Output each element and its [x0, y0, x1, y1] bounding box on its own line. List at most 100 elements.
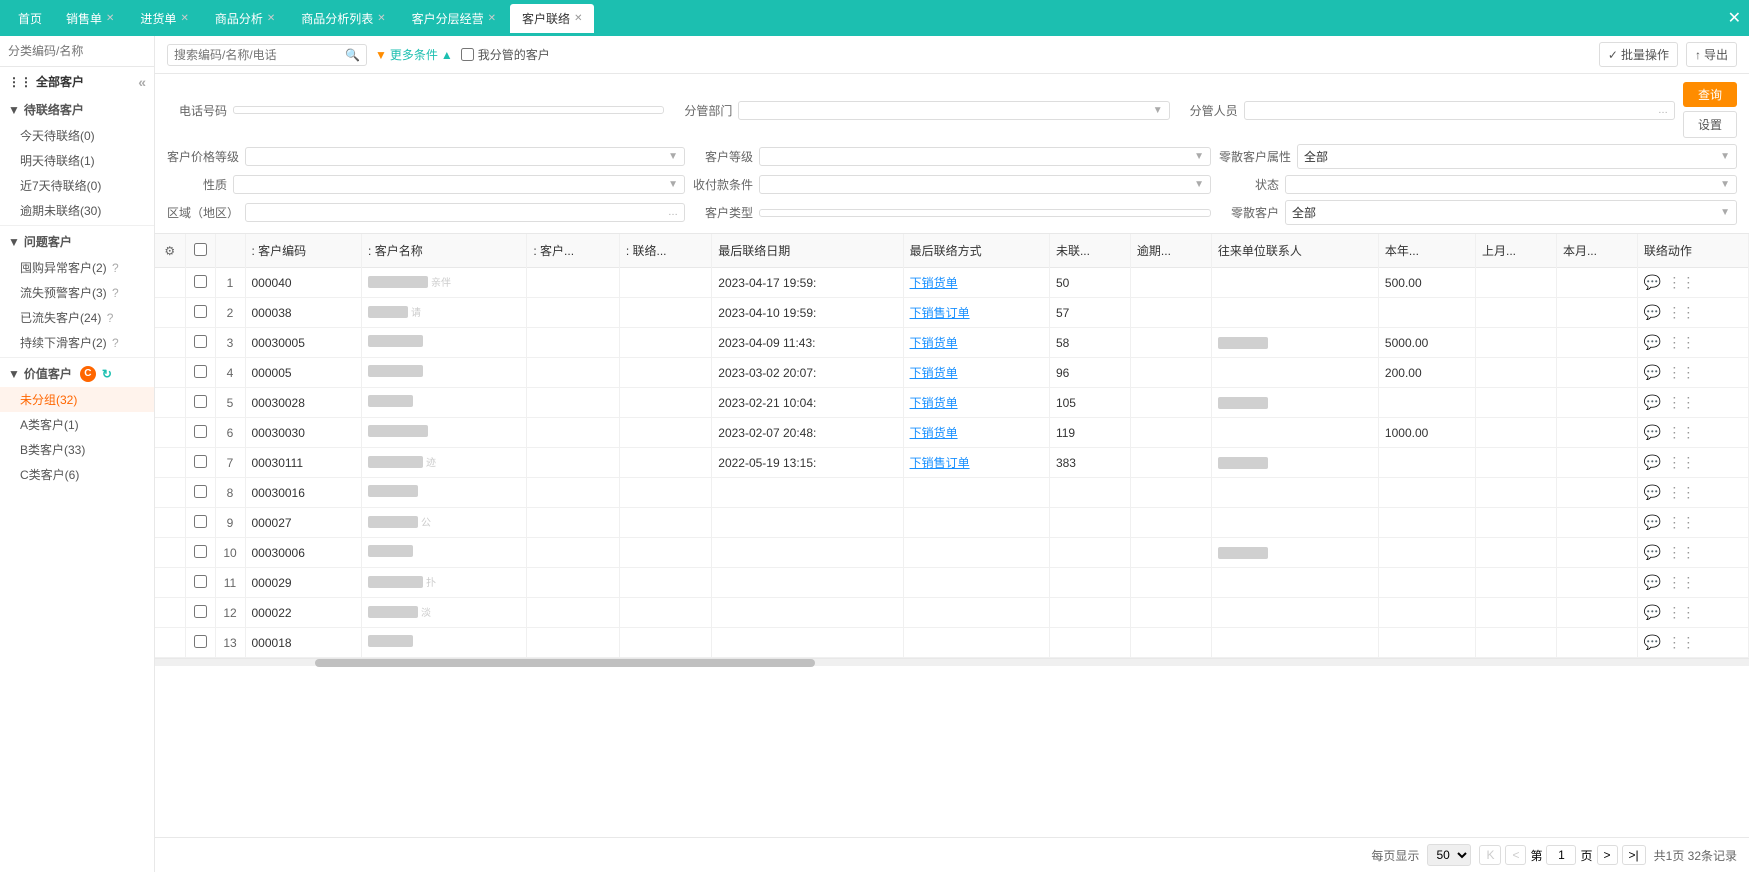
row-checkbox[interactable] — [185, 568, 215, 598]
th-last-month[interactable]: 上月... — [1476, 234, 1557, 268]
select-all-checkbox[interactable] — [194, 243, 207, 256]
reset-button[interactable]: 设置 — [1683, 111, 1737, 138]
more-actions-icon[interactable]: ⋮⋮ — [1667, 544, 1695, 561]
filter-dept-select[interactable]: ▼ — [738, 101, 1169, 120]
more-actions-icon[interactable]: ⋮⋮ — [1667, 514, 1695, 531]
chat-icon[interactable]: 💬 — [1644, 334, 1661, 351]
more-actions-icon[interactable]: ⋮⋮ — [1667, 394, 1695, 411]
more-actions-icon[interactable]: ⋮⋮ — [1667, 334, 1695, 351]
sidebar-item-tomorrow-pending[interactable]: 明天待联络(1) — [0, 148, 154, 173]
my-customers-check[interactable] — [461, 48, 474, 61]
sidebar-item-a-customers[interactable]: A类客户(1) — [0, 412, 154, 437]
th-last-contact-method[interactable]: 最后联络方式 — [903, 234, 1049, 268]
sidebar-item-abnormal-purchase[interactable]: 囤购异常客户(2) ? — [0, 255, 154, 280]
more-actions-icon[interactable]: ⋮⋮ — [1667, 484, 1695, 501]
close-product-analysis-icon[interactable]: ✕ — [267, 13, 275, 24]
filter-cust-type-input[interactable] — [759, 209, 1211, 217]
th-gear[interactable]: ⚙ — [155, 234, 185, 268]
row-checkbox[interactable] — [185, 418, 215, 448]
row-checkbox[interactable] — [185, 268, 215, 298]
tab-purchase-order[interactable]: 进货单 ✕ — [128, 4, 200, 33]
chat-icon[interactable]: 💬 — [1644, 484, 1661, 501]
row-checkbox[interactable] — [185, 538, 215, 568]
close-sales-order-icon[interactable]: ✕ — [106, 13, 114, 24]
horizontal-scrollbar-thumb[interactable] — [315, 659, 815, 667]
main-search-icon[interactable]: 🔍 — [345, 48, 360, 62]
row-checkbox[interactable] — [185, 298, 215, 328]
sidebar-item-declining[interactable]: 持续下滑客户(2) ? — [0, 330, 154, 355]
chat-icon[interactable]: 💬 — [1644, 574, 1661, 591]
my-customers-checkbox[interactable]: 我分管的客户 — [461, 46, 550, 63]
all-customers-header[interactable]: ⋮⋮ 全部客户 « — [0, 67, 154, 96]
th-customer-type[interactable]: : 客户... — [527, 234, 619, 268]
home-tab[interactable]: 首页 — [8, 4, 52, 33]
th-overdue[interactable]: 逾期... — [1130, 234, 1211, 268]
filter-phone-input[interactable] — [233, 106, 664, 114]
next-page-button[interactable]: > — [1597, 845, 1618, 865]
sidebar-item-today-pending[interactable]: 今天待联络(0) — [0, 123, 154, 148]
th-contact-person[interactable]: : 联络... — [619, 234, 711, 268]
filter-retail-attr-select[interactable]: 全部▼ — [1297, 144, 1737, 169]
tab-product-analysis-list[interactable]: 商品分析列表 ✕ — [289, 4, 397, 33]
th-last-contact-date[interactable]: 最后联络日期 — [712, 234, 903, 268]
chat-icon[interactable]: 💬 — [1644, 604, 1661, 621]
problem-group-header[interactable]: ▼ 问题客户 — [0, 228, 154, 255]
row-checkbox[interactable] — [185, 358, 215, 388]
filter-status-select[interactable]: ▼ — [1285, 175, 1737, 194]
main-search-input[interactable] — [174, 48, 341, 62]
close-customer-tier-icon[interactable]: ✕ — [488, 13, 496, 24]
filter-payment-select[interactable]: ▼ — [759, 175, 1211, 194]
more-actions-icon[interactable]: ⋮⋮ — [1667, 274, 1695, 291]
row-checkbox[interactable] — [185, 598, 215, 628]
more-actions-icon[interactable]: ⋮⋮ — [1667, 304, 1695, 321]
filter-nature-select[interactable]: ▼ — [233, 175, 685, 194]
sidebar-item-c-customers[interactable]: C类客户(6) — [0, 462, 154, 487]
chat-icon[interactable]: 💬 — [1644, 424, 1661, 441]
more-actions-icon[interactable]: ⋮⋮ — [1667, 454, 1695, 471]
export-button[interactable]: ↑ 导出 — [1686, 42, 1737, 67]
th-this-month[interactable]: 本月... — [1556, 234, 1637, 268]
prev-page-button[interactable]: < — [1505, 845, 1526, 865]
th-this-year[interactable]: 本年... — [1378, 234, 1475, 268]
pending-group-header[interactable]: ▼ 待联络客户 — [0, 96, 154, 123]
filter-cust-tier-select[interactable]: ▼ — [759, 147, 1211, 166]
batch-ops-button[interactable]: ✓ 批量操作 — [1599, 42, 1678, 67]
more-conditions-toggle[interactable]: ▼ 更多条件 ▲ — [375, 46, 453, 63]
chat-icon[interactable]: 💬 — [1644, 364, 1661, 381]
page-size-select[interactable]: 50 — [1427, 844, 1471, 866]
last-page-button[interactable]: >| — [1622, 845, 1646, 865]
first-page-button[interactable]: K — [1479, 845, 1501, 865]
sidebar-search-input[interactable] — [8, 44, 155, 58]
th-customer-code[interactable]: : 客户编码 — [245, 234, 362, 268]
row-checkbox[interactable] — [185, 508, 215, 538]
chat-icon[interactable]: 💬 — [1644, 304, 1661, 321]
more-actions-icon[interactable]: ⋮⋮ — [1667, 424, 1695, 441]
main-search-box[interactable]: 🔍 — [167, 44, 367, 66]
tab-product-analysis[interactable]: 商品分析 ✕ — [203, 4, 287, 33]
th-not-linked[interactable]: 未联... — [1049, 234, 1130, 268]
th-contacts[interactable]: 往来单位联系人 — [1211, 234, 1378, 268]
value-group-header[interactable]: ▼ 价值客户 C ↻ — [0, 360, 154, 387]
th-customer-name[interactable]: : 客户名称 — [362, 234, 527, 268]
chat-icon[interactable]: 💬 — [1644, 394, 1661, 411]
filter-region-select[interactable]: … — [245, 203, 685, 222]
close-all-tabs-icon[interactable]: ✕ — [1728, 8, 1741, 28]
query-button[interactable]: 查询 — [1683, 82, 1737, 107]
page-number-input[interactable] — [1546, 845, 1576, 865]
th-checkbox[interactable] — [185, 234, 215, 268]
collapse-sidebar-icon[interactable]: « — [138, 74, 146, 90]
chat-icon[interactable]: 💬 — [1644, 544, 1661, 561]
sidebar-item-churned[interactable]: 已流失客户(24) ? — [0, 305, 154, 330]
row-checkbox[interactable] — [185, 328, 215, 358]
row-checkbox[interactable] — [185, 628, 215, 658]
chat-icon[interactable]: 💬 — [1644, 634, 1661, 651]
more-actions-icon[interactable]: ⋮⋮ — [1667, 604, 1695, 621]
filter-person-select[interactable]: … — [1244, 101, 1675, 120]
more-actions-icon[interactable]: ⋮⋮ — [1667, 574, 1695, 591]
chat-icon[interactable]: 💬 — [1644, 454, 1661, 471]
chat-icon[interactable]: 💬 — [1644, 274, 1661, 291]
row-checkbox[interactable] — [185, 478, 215, 508]
horizontal-scrollbar[interactable] — [155, 658, 1749, 666]
tab-customer-contact[interactable]: 客户联络 ✕ — [510, 4, 594, 33]
chat-icon[interactable]: 💬 — [1644, 514, 1661, 531]
